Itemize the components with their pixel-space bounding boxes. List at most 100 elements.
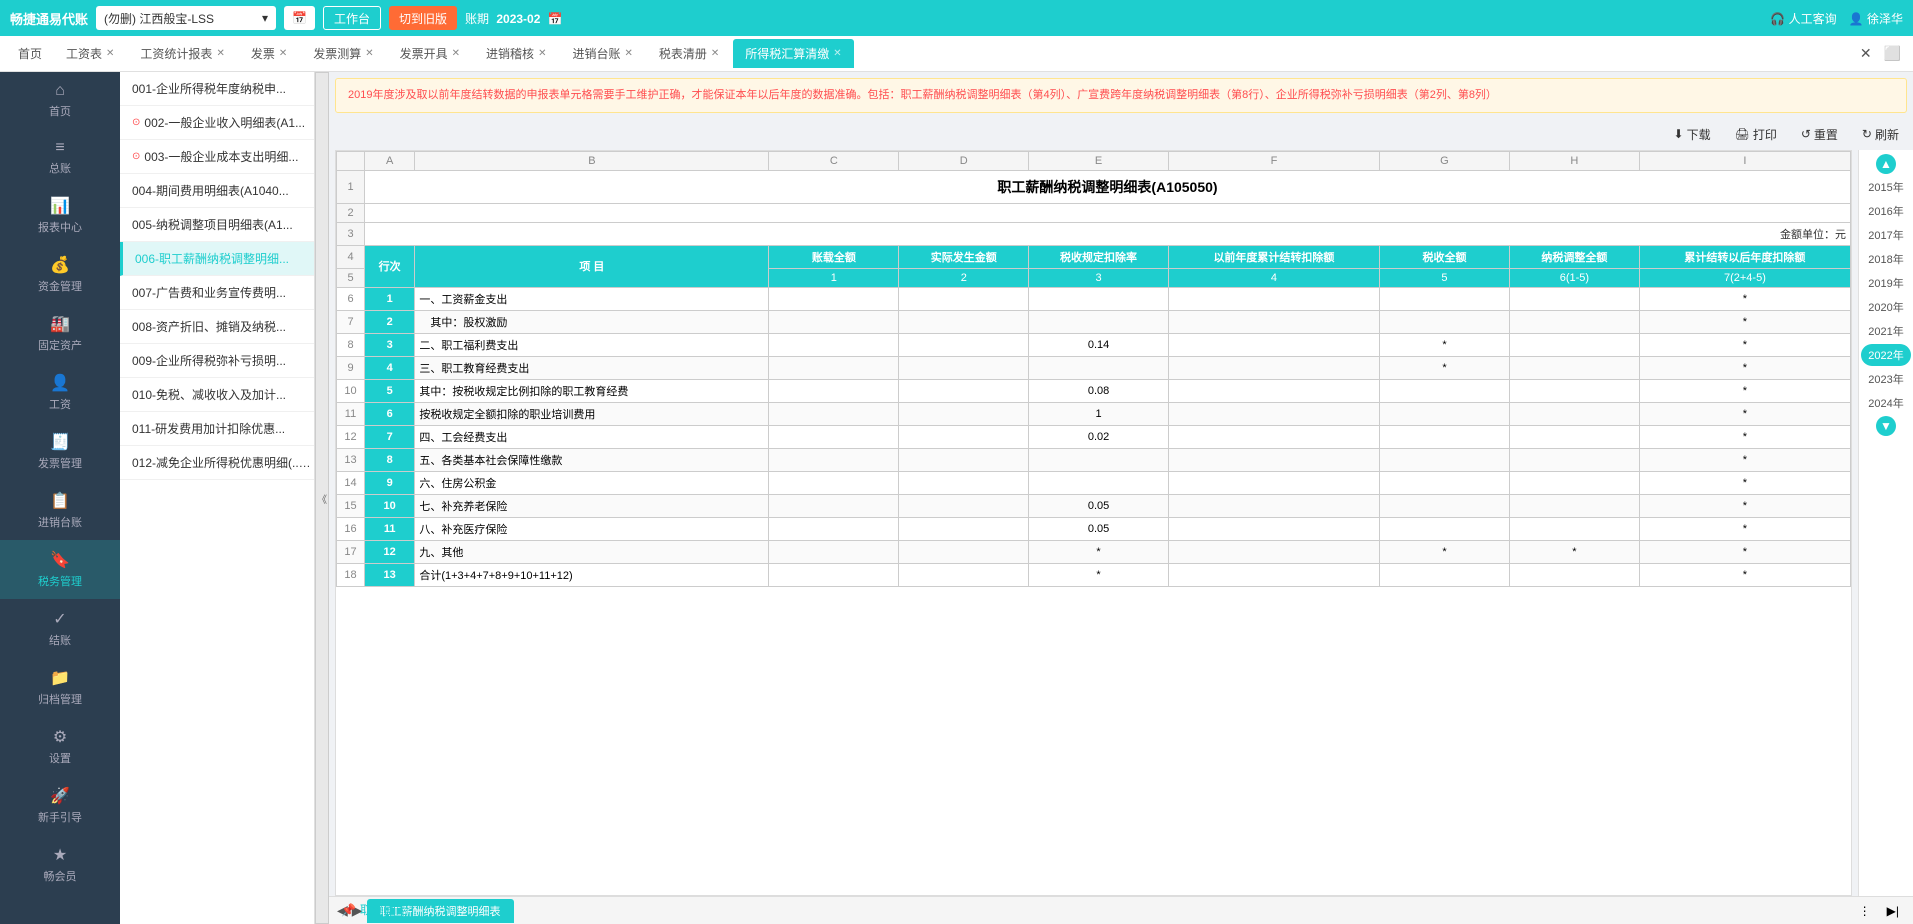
c5-cell[interactable] <box>1380 517 1510 540</box>
year-item-2018[interactable]: 2018年 <box>1861 248 1911 270</box>
c1-cell[interactable] <box>769 425 899 448</box>
collapse-toggle[interactable]: 《 <box>315 72 329 924</box>
tab-invoice-calc[interactable]: 发票测算 ✕ <box>301 39 385 68</box>
calendar-icon[interactable]: 📅 <box>548 12 563 26</box>
sub-nav-item-012[interactable]: 012-减免企业所得税优惠明细(..… <box>120 446 314 480</box>
c5-cell[interactable] <box>1380 310 1510 333</box>
year-item-2017[interactable]: 2017年 <box>1861 224 1911 246</box>
c3-cell[interactable]: 0.14 <box>1029 333 1169 356</box>
c5-cell[interactable]: * <box>1380 356 1510 379</box>
year-item-2022[interactable]: 2022年 <box>1861 344 1911 366</box>
c3-cell[interactable] <box>1029 448 1169 471</box>
tab-sales-ledger[interactable]: 进销台账 ✕ <box>560 39 644 68</box>
c3-cell[interactable] <box>1029 310 1169 333</box>
sidebar-item-invoice[interactable]: 🧾 发票管理 <box>0 422 120 481</box>
c1-cell[interactable] <box>769 471 899 494</box>
c1-cell[interactable] <box>769 494 899 517</box>
c4-cell[interactable] <box>1168 356 1379 379</box>
year-scroll-down-btn[interactable]: ▼ <box>1876 416 1896 436</box>
c6-cell[interactable] <box>1509 333 1639 356</box>
c6-cell[interactable]: * <box>1509 540 1639 563</box>
c2-cell[interactable] <box>899 563 1029 586</box>
c7-cell[interactable]: * <box>1639 494 1850 517</box>
switch-old-btn[interactable]: 切到旧版 <box>389 6 457 30</box>
c7-cell[interactable]: * <box>1639 448 1850 471</box>
tab-payroll-stat[interactable]: 工资统计报表 ✕ <box>128 39 236 68</box>
c1-cell[interactable] <box>769 517 899 540</box>
sub-nav-item-001[interactable]: 001-企业所得税年度纳税申... <box>120 72 314 106</box>
sheet-scroll-right-btn[interactable]: ▶| <box>1881 902 1905 920</box>
year-item-2020[interactable]: 2020年 <box>1861 296 1911 318</box>
c4-cell[interactable] <box>1168 402 1379 425</box>
c6-cell[interactable] <box>1509 402 1639 425</box>
sidebar-item-asset[interactable]: 🏭 固定资产 <box>0 304 120 363</box>
close-icon[interactable]: ✕ <box>538 48 546 59</box>
c5-cell[interactable] <box>1380 494 1510 517</box>
close-icon[interactable]: ✕ <box>711 48 719 59</box>
c4-cell[interactable] <box>1168 540 1379 563</box>
c4-cell[interactable] <box>1168 517 1379 540</box>
c2-cell[interactable] <box>899 540 1029 563</box>
c5-cell[interactable] <box>1380 379 1510 402</box>
close-icon[interactable]: ✕ <box>106 48 114 59</box>
c6-cell[interactable] <box>1509 471 1639 494</box>
year-item-2015[interactable]: 2015年 <box>1861 176 1911 198</box>
sheet-more-btn[interactable]: ⋮ <box>1853 902 1877 920</box>
c7-cell[interactable]: * <box>1639 402 1850 425</box>
sub-nav-item-002[interactable]: ⊙ 002-一般企业收入明细表(A1... <box>120 106 314 140</box>
c3-cell[interactable]: 0.05 <box>1029 517 1169 540</box>
sidebar-item-capital[interactable]: 💰 资金管理 <box>0 245 120 304</box>
company-selector[interactable]: (勿删) 江西般宝-LSS ▾ <box>96 6 276 30</box>
c7-cell[interactable]: * <box>1639 471 1850 494</box>
c2-cell[interactable] <box>899 448 1029 471</box>
c7-cell[interactable]: * <box>1639 310 1850 333</box>
sub-nav-item-006[interactable]: 006-职工薪酬纳税调整明细... <box>120 242 314 276</box>
year-item-2019[interactable]: 2019年 <box>1861 272 1911 294</box>
c1-cell[interactable] <box>769 356 899 379</box>
c4-cell[interactable] <box>1168 494 1379 517</box>
c4-cell[interactable] <box>1168 425 1379 448</box>
c3-cell[interactable] <box>1029 471 1169 494</box>
c2-cell[interactable] <box>899 379 1029 402</box>
sidebar-item-ledger[interactable]: ≡ 总账 <box>0 129 120 186</box>
year-item-2021[interactable]: 2021年 <box>1861 320 1911 342</box>
calendar-btn[interactable]: 📅 <box>284 6 315 30</box>
close-icon[interactable]: ✕ <box>624 48 632 59</box>
c2-cell[interactable] <box>899 517 1029 540</box>
c3-cell[interactable]: * <box>1029 563 1169 586</box>
cancel-fixed-btn[interactable]: 📌 取消固定 <box>329 895 420 924</box>
year-item-2016[interactable]: 2016年 <box>1861 200 1911 222</box>
c2-cell[interactable] <box>899 471 1029 494</box>
c1-cell[interactable] <box>769 448 899 471</box>
tab-tax-settlement[interactable]: 所得税汇算清缴 ✕ <box>733 39 853 68</box>
year-item-2024[interactable]: 2024年 <box>1861 392 1911 414</box>
c6-cell[interactable] <box>1509 379 1639 402</box>
sub-nav-item-009[interactable]: 009-企业所得税弥补亏损明... <box>120 344 314 378</box>
c1-cell[interactable] <box>769 540 899 563</box>
c5-cell[interactable]: * <box>1380 540 1510 563</box>
c6-cell[interactable] <box>1509 563 1639 586</box>
c6-cell[interactable] <box>1509 425 1639 448</box>
sub-nav-item-004[interactable]: 004-期间费用明细表(A1040... <box>120 174 314 208</box>
c3-cell[interactable]: 1 <box>1029 402 1169 425</box>
tab-home[interactable]: 首页 <box>8 39 52 68</box>
close-icon[interactable]: ✕ <box>279 48 287 59</box>
tab-invoice[interactable]: 发票 ✕ <box>239 39 299 68</box>
download-btn[interactable]: ⬇ 下载 <box>1668 123 1717 146</box>
c2-cell[interactable] <box>899 402 1029 425</box>
c7-cell[interactable]: * <box>1639 540 1850 563</box>
sidebar-item-tax[interactable]: 🔖 税务管理 <box>0 540 120 599</box>
c1-cell[interactable] <box>769 287 899 310</box>
reset-btn[interactable]: ↺ 重置 <box>1795 123 1844 146</box>
user-avatar[interactable]: 👤 徐泽华 <box>1849 10 1903 27</box>
c2-cell[interactable] <box>899 425 1029 448</box>
c1-cell[interactable] <box>769 333 899 356</box>
c1-cell[interactable] <box>769 310 899 333</box>
c1-cell[interactable] <box>769 563 899 586</box>
c3-cell[interactable]: * <box>1029 540 1169 563</box>
maximize-btn[interactable]: ⬜ <box>1880 43 1905 64</box>
sidebar-item-salary[interactable]: 👤 工资 <box>0 363 120 422</box>
c6-cell[interactable] <box>1509 287 1639 310</box>
c5-cell[interactable] <box>1380 287 1510 310</box>
c6-cell[interactable] <box>1509 310 1639 333</box>
